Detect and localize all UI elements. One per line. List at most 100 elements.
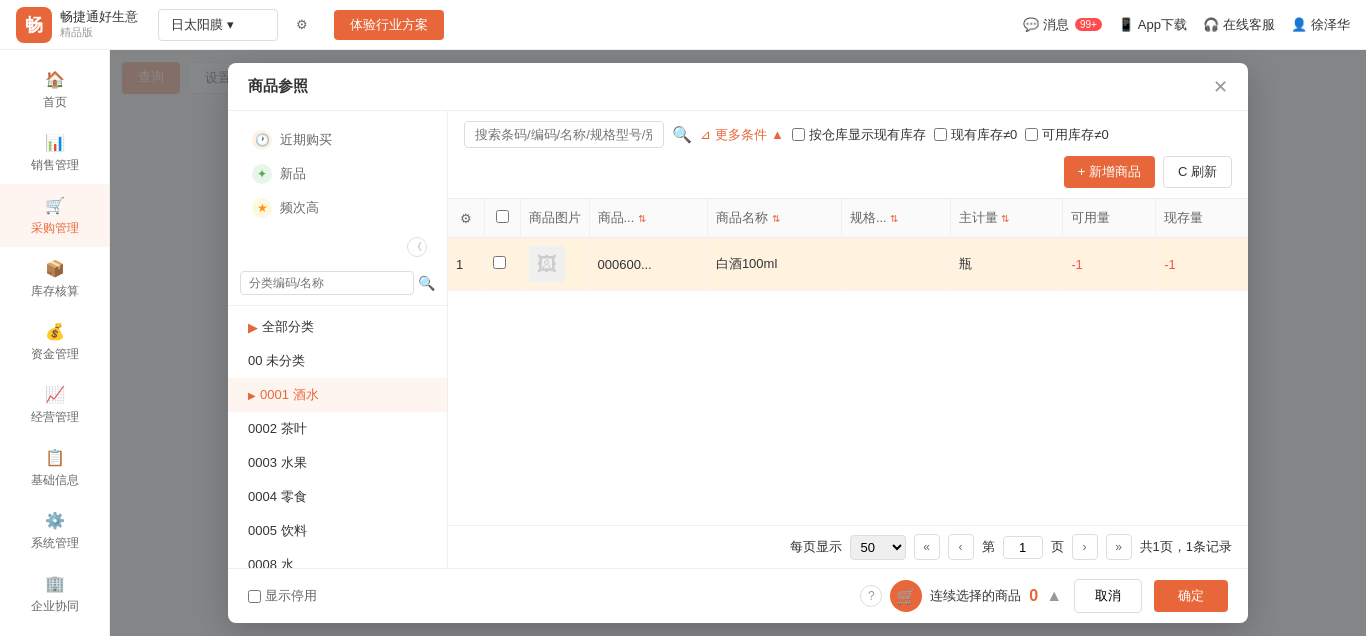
main-layout: 🏠 首页 📊 销售管理 🛒 采购管理 📦 库存核算 💰 资金管理 📈 经营管理 … xyxy=(0,50,1366,636)
cat-all-arrow: ▶ xyxy=(248,320,258,335)
refresh-button[interactable]: C 刷新 xyxy=(1163,156,1232,188)
sidebar-item-enterprise[interactable]: 🏢 企业协同 xyxy=(0,562,109,625)
category-search-icon[interactable]: 🔍 xyxy=(418,275,435,291)
confirm-button[interactable]: 确定 xyxy=(1154,580,1228,612)
cat-0008[interactable]: 0008 水 xyxy=(228,548,447,568)
cat-0003[interactable]: 0003 水果 xyxy=(228,446,447,480)
modal-overlay: 商品参照 ✕ 🕐 近期购买 ✦ xyxy=(110,50,1366,636)
category-search-input[interactable] xyxy=(240,271,414,295)
app-download-item[interactable]: 📱 App下载 xyxy=(1118,16,1187,34)
first-page-button[interactable]: « xyxy=(914,534,940,560)
sidebar-item-sales[interactable]: 📊 销售管理 xyxy=(0,121,109,184)
checkbox-available-nonzero[interactable]: 可用库存≠0 xyxy=(1025,126,1108,144)
cat-0005[interactable]: 0005 饮料 xyxy=(228,514,447,548)
help-icon[interactable]: ? xyxy=(860,585,882,607)
select-all-checkbox[interactable] xyxy=(496,210,509,223)
sidebar-item-basic[interactable]: 📋 基础信息 xyxy=(0,436,109,499)
quick-recent[interactable]: 🕐 近期购买 xyxy=(244,123,431,157)
messages-badge: 99+ xyxy=(1075,18,1102,31)
store-selector[interactable]: 日太阳膜 ▾ xyxy=(158,9,278,41)
cat-0008-label: 0008 水 xyxy=(248,556,294,568)
last-page-button[interactable]: » xyxy=(1106,534,1132,560)
headset-icon: 🎧 xyxy=(1203,17,1219,32)
sidebar-item-purchase[interactable]: 🛒 采购管理 xyxy=(0,184,109,247)
row-checkbox-cell[interactable] xyxy=(484,238,520,291)
page-size-select[interactable]: 50 10 20 100 xyxy=(850,535,906,560)
col-unit[interactable]: 主计量 ⇅ xyxy=(950,199,1062,238)
freq-icon: ★ xyxy=(252,198,272,218)
cart-section: ? 🛒 连续选择的商品 0 ▲ xyxy=(860,580,1062,612)
quick-new[interactable]: ✦ 新品 xyxy=(244,157,431,191)
sales-icon: 📊 xyxy=(44,131,66,153)
search-icon[interactable]: 🔍 xyxy=(672,125,692,144)
chevron-up-button[interactable]: ▲ xyxy=(1046,587,1062,605)
modal-footer: 显示停用 ? 🛒 连续选择的商品 0 ▲ 取消 确定 xyxy=(228,568,1248,623)
sidebar-item-finance[interactable]: 💰 资金管理 xyxy=(0,310,109,373)
sidebar-label-inventory: 库存核算 xyxy=(31,283,79,300)
col-code[interactable]: 商品... ⇅ xyxy=(589,199,707,238)
app-download-label: App下载 xyxy=(1138,16,1187,34)
trial-button[interactable]: 体验行业方案 xyxy=(334,10,444,40)
add-product-button[interactable]: + 新增商品 xyxy=(1064,156,1155,188)
sidebar-item-system[interactable]: ⚙️ 系统管理 xyxy=(0,499,109,562)
table-row[interactable]: 1 🖼 000600... 白酒100ml 瓶 xyxy=(448,238,1248,291)
sidebar-item-business[interactable]: 📈 经营管理 xyxy=(0,373,109,436)
settings-nav-icon[interactable]: ⚙ xyxy=(286,9,318,41)
cat-0004[interactable]: 0004 零食 xyxy=(228,480,447,514)
checkbox-available-nonzero-input[interactable] xyxy=(1025,128,1038,141)
col-name[interactable]: 商品名称 ⇅ xyxy=(707,199,841,238)
product-search-input[interactable] xyxy=(464,121,664,148)
row-select-checkbox[interactable] xyxy=(493,256,506,269)
checkbox-available-nonzero-label: 可用库存≠0 xyxy=(1042,126,1108,144)
content-panel: 🔍 ⊿ 更多条件 ▲ 按仓库显示现有库存 xyxy=(448,111,1248,568)
cat-0003-label: 0003 水果 xyxy=(248,454,307,472)
messages-nav-item[interactable]: 💬 消息 99+ xyxy=(1023,16,1102,34)
col-code-sort: ⇅ xyxy=(638,213,646,224)
checkbox-stock-nonzero-input[interactable] xyxy=(934,128,947,141)
more-conditions-button[interactable]: ⊿ 更多条件 ▲ xyxy=(700,126,784,144)
col-checkbox[interactable] xyxy=(484,199,520,238)
collapse-button[interactable]: 《 xyxy=(407,237,427,257)
total-info: 共1页，1条记录 xyxy=(1140,538,1232,556)
cart-label: 连续选择的商品 xyxy=(930,587,1021,605)
cat-0001[interactable]: ▶ 0001 酒水 xyxy=(228,378,447,412)
home-icon: 🏠 xyxy=(44,68,66,90)
pagination-bar: 每页显示 50 10 20 100 « ‹ 第 页 xyxy=(448,525,1248,568)
cancel-button[interactable]: 取消 xyxy=(1074,579,1142,613)
next-page-button[interactable]: › xyxy=(1072,534,1098,560)
avatar-icon: 👤 xyxy=(1291,17,1307,32)
cat-00-label: 00 未分类 xyxy=(248,352,305,370)
quick-recent-label: 近期购买 xyxy=(280,131,332,149)
logo-sub: 精品版 xyxy=(60,25,138,40)
col-spec[interactable]: 规格... ⇅ xyxy=(841,199,950,238)
col-unit-sort: ⇅ xyxy=(1001,213,1009,224)
show-disabled-input[interactable] xyxy=(248,590,261,603)
checkbox-by-warehouse[interactable]: 按仓库显示现有库存 xyxy=(792,126,926,144)
prev-page-button[interactable]: ‹ xyxy=(948,534,974,560)
cat-all[interactable]: ▶ 全部分类 xyxy=(228,310,447,344)
cat-0002[interactable]: 0002 茶叶 xyxy=(228,412,447,446)
new-icon: ✦ xyxy=(252,164,272,184)
cat-divider xyxy=(228,305,447,306)
quick-freq[interactable]: ★ 频次高 xyxy=(244,191,431,225)
online-service-item[interactable]: 🎧 在线客服 xyxy=(1203,16,1275,34)
user-profile-item[interactable]: 👤 徐泽华 xyxy=(1291,16,1350,34)
sidebar-item-inventory[interactable]: 📦 库存核算 xyxy=(0,247,109,310)
action-buttons: + 新增商品 C 刷新 xyxy=(1064,156,1232,188)
page-size-label: 每页显示 xyxy=(790,538,842,556)
col-settings[interactable]: ⚙ xyxy=(448,199,484,238)
show-disabled-checkbox[interactable]: 显示停用 xyxy=(248,587,317,605)
modal-close-button[interactable]: ✕ xyxy=(1213,78,1228,96)
logo-area: 畅 畅捷通好生意 精品版 xyxy=(16,7,138,43)
cat-00[interactable]: 00 未分类 xyxy=(228,344,447,378)
sidebar-item-home[interactable]: 🏠 首页 xyxy=(0,58,109,121)
row-code-cell: 000600... xyxy=(589,238,707,291)
sidebar-label-finance: 资金管理 xyxy=(31,346,79,363)
checkbox-stock-nonzero[interactable]: 现有库存≠0 xyxy=(934,126,1017,144)
checkbox-by-warehouse-input[interactable] xyxy=(792,128,805,141)
col-img: 商品图片 xyxy=(520,199,589,238)
sidebar-item-guide[interactable]: 🎯 新手引导 xyxy=(0,625,109,636)
logo-text: 畅捷通好生意 xyxy=(60,9,138,26)
page-number-input[interactable] xyxy=(1003,536,1043,559)
sidebar-label-business: 经营管理 xyxy=(31,409,79,426)
